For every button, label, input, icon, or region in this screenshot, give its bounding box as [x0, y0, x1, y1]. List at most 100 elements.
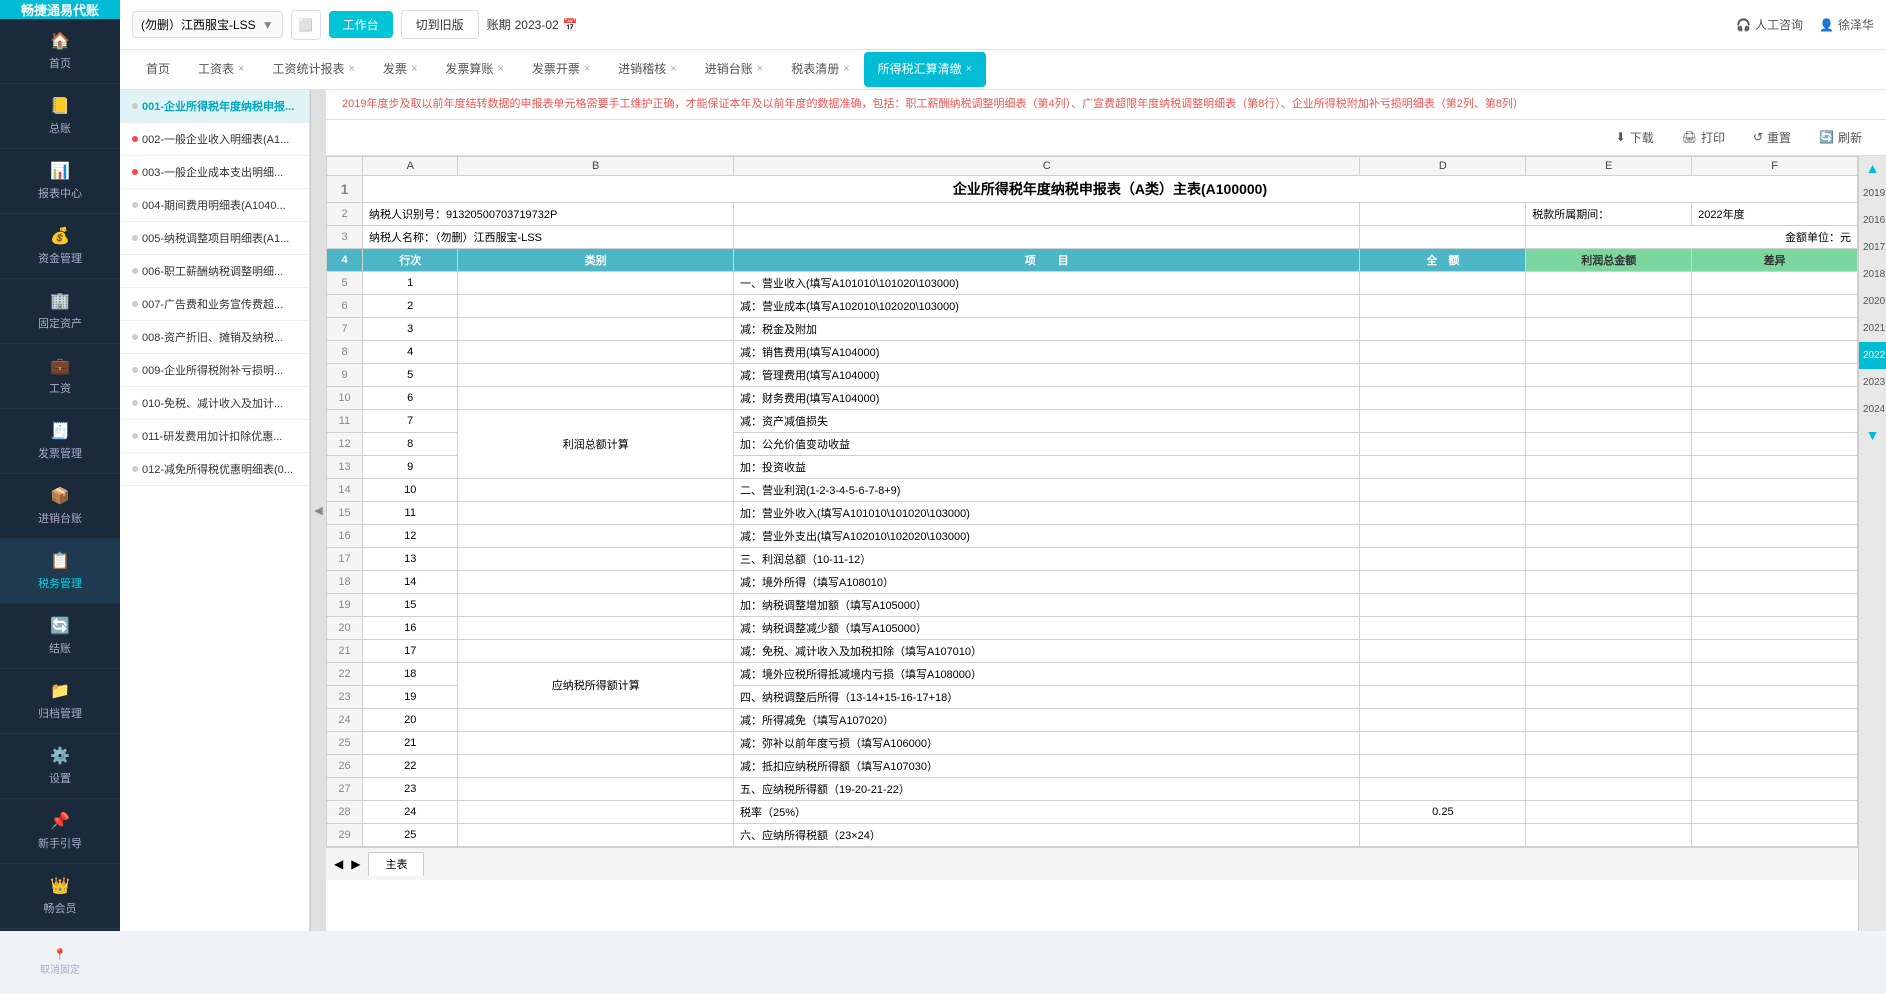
sidebar-item-purchase[interactable]: 📦 进销台账	[0, 474, 120, 539]
tab-purchase-ledger[interactable]: 进销稽核 ×	[604, 52, 690, 87]
main-panel: 2019年度步及取以前年度结转数据的申报表单元格需要手工维护正确，才能保证本年及…	[326, 90, 1886, 931]
sheet-tab-main[interactable]: 主表	[368, 852, 424, 876]
tab-salary[interactable]: 工资表 ×	[184, 52, 258, 87]
tab-tax-clear-close[interactable]: ×	[843, 63, 849, 75]
collapse-panel-button[interactable]: ◀	[310, 90, 326, 931]
sidebar-item-member[interactable]: 👑 畅会员	[0, 864, 120, 929]
table-row: 5 1 一、营业收入(填写A101010\101020\103000)	[327, 271, 1858, 294]
tab-salary-stats-close[interactable]: ×	[348, 63, 354, 75]
left-panel-item-001[interactable]: 001-企业所得税年度纳税申报...	[120, 90, 309, 123]
print-icon: 🖨	[1682, 130, 1697, 144]
sidebar-label-settlement: 结账	[49, 640, 71, 656]
year-item-2024[interactable]: 2024	[1859, 396, 1886, 423]
salary-icon: 💼	[50, 356, 70, 376]
sidebar-label-member: 畅会员	[44, 900, 77, 916]
ai-consult[interactable]: 🎧 人工咨询	[1736, 16, 1803, 33]
spreadsheet[interactable]: A B C D E F	[326, 156, 1858, 932]
calendar-icon[interactable]: 📅	[563, 18, 578, 32]
year-down-arrow[interactable]: ▼	[1862, 423, 1884, 447]
tab-invoice-open[interactable]: 发票开票 ×	[518, 52, 604, 87]
company-label-cell: 纳税人名称：（勿删）江西服宝-LSS	[363, 225, 734, 248]
left-panel-item-010[interactable]: 010-免税、减计收入及加计...	[120, 387, 309, 420]
sidebar-item-salary[interactable]: 💼 工资	[0, 344, 120, 409]
year-item-2023[interactable]: 2023	[1859, 369, 1886, 396]
left-panel-item-007[interactable]: 007-广告费和业务宣传费超...	[120, 288, 309, 321]
sidebar-item-ledger[interactable]: 📒 总账	[0, 84, 120, 149]
next-sheet-button[interactable]: ▶	[351, 857, 360, 871]
warning-bar: 2019年度步及取以前年度结转数据的申报表单元格需要手工维护正确，才能保证本年及…	[326, 90, 1886, 120]
header-profit: 利润总金额	[1526, 248, 1692, 271]
tab-purchase-account-close[interactable]: ×	[757, 63, 763, 75]
header-amount: 全 额	[1360, 248, 1526, 271]
prev-sheet-button[interactable]: ◀	[334, 857, 343, 871]
left-panel-item-008[interactable]: 008-资产折旧、摊销及纳税...	[120, 321, 309, 354]
tab-invoice-close[interactable]: ×	[411, 63, 417, 75]
year-item-2019[interactable]: 2019	[1859, 180, 1886, 207]
sidebar-label-home: 首页	[49, 55, 71, 71]
print-button[interactable]: 🖨 打印	[1674, 126, 1733, 149]
left-panel-item-011[interactable]: 011-研发费用加计扣除优惠...	[120, 420, 309, 453]
tab-invoice-calc-label: 发票算账	[445, 60, 493, 77]
left-panel-item-003[interactable]: 003-一般企业成本支出明细...	[120, 156, 309, 189]
tab-tax-calc-close[interactable]: ×	[966, 63, 972, 75]
company-selector[interactable]: (勿删）江西服宝-LSS ▼	[132, 11, 283, 38]
tax-icon: 📋	[50, 551, 70, 571]
year-item-2016[interactable]: 2016	[1859, 207, 1886, 234]
year-item-2018[interactable]: 2018	[1859, 261, 1886, 288]
year-up-arrow[interactable]: ▲	[1862, 156, 1884, 180]
sidebar-item-capital[interactable]: 💰 资金管理	[0, 214, 120, 279]
tab-invoice-calc[interactable]: 发票算账 ×	[431, 52, 517, 87]
sidebar-label-capital: 资金管理	[38, 250, 82, 266]
left-panel-label-007: 007-广告费和业务宣传费超...	[142, 296, 283, 312]
left-panel-item-012[interactable]: 012-减免所得税优惠明细表(0...	[120, 453, 309, 486]
tab-tax-calc-label: 所得税汇算清缴	[878, 60, 962, 77]
sidebar-item-home[interactable]: 🏠 首页	[0, 19, 120, 84]
sidebar-item-tax[interactable]: 📋 税务管理	[0, 539, 120, 604]
tab-tax-clear[interactable]: 税表清册 ×	[777, 52, 863, 87]
sidebar-pin-toggle[interactable]: 📍 取消固定	[0, 940, 120, 984]
left-panel-item-005[interactable]: 005-纳税调整项目明细表(A1...	[120, 222, 309, 255]
sidebar-item-invoice[interactable]: 🧾 发票管理	[0, 409, 120, 474]
tab-purchase-account[interactable]: 进销台账 ×	[691, 52, 777, 87]
chevron-down-icon: ▼	[262, 18, 274, 32]
tab-invoice[interactable]: 发票 ×	[369, 52, 431, 87]
sidebar-label-report: 报表中心	[38, 185, 82, 201]
workstation-button[interactable]: 工作台	[329, 11, 393, 38]
table-row-header: 4 行次 类别 项 目 全 额 利润总金额 差异	[327, 248, 1858, 271]
year-item-2022[interactable]: 2022	[1859, 342, 1886, 369]
guide-icon: 📌	[50, 811, 70, 831]
tab-purchase-ledger-close[interactable]: ×	[670, 63, 676, 75]
left-panel-item-002[interactable]: 002-一般企业收入明细表(A1...	[120, 123, 309, 156]
year-item-2017[interactable]: 2017	[1859, 234, 1886, 261]
invoice-icon: 🧾	[50, 421, 70, 441]
user-profile[interactable]: 👤 徐泽华	[1819, 16, 1874, 33]
sheet-toolbar: ⬇ 下载 🖨 打印 ↺ 重置 🔄 刷新	[326, 120, 1886, 156]
sidebar-item-guide[interactable]: 📌 新手引导	[0, 799, 120, 864]
tab-salary-stats[interactable]: 工资统计报表 ×	[258, 52, 368, 87]
table-row: 20 16 减：纳税调整减少额（填写A105000）	[327, 616, 1858, 639]
tab-home[interactable]: 首页	[132, 52, 184, 87]
switch-version-button[interactable]: 切到旧版	[401, 10, 479, 39]
sidebar-item-settlement[interactable]: 🔄 结账	[0, 604, 120, 669]
left-panel-item-004[interactable]: 004-期间费用明细表(A1040...	[120, 189, 309, 222]
sidebar-item-archive[interactable]: 📁 归档管理	[0, 669, 120, 734]
tab-salary-close[interactable]: ×	[238, 63, 244, 75]
download-button[interactable]: ⬇ 下载	[1608, 126, 1662, 149]
refresh-button[interactable]: 🔄 刷新	[1811, 126, 1870, 149]
year-item-2020[interactable]: 2020	[1859, 288, 1886, 315]
tab-tax-calc[interactable]: 所得税汇算清缴 ×	[864, 52, 986, 87]
sidebar-item-report[interactable]: 📊 报表中心	[0, 149, 120, 214]
reset-button[interactable]: ↺ 重置	[1745, 126, 1799, 149]
year-item-2021[interactable]: 2021	[1859, 315, 1886, 342]
left-panel-label-010: 010-免税、减计收入及加计...	[142, 395, 283, 411]
sidebar-item-settings[interactable]: ⚙️ 设置	[0, 734, 120, 799]
copy-button[interactable]: ⬜	[291, 10, 321, 40]
tab-purchase-ledger-label: 进销稽核	[618, 60, 666, 77]
tab-invoice-calc-close[interactable]: ×	[497, 63, 503, 75]
sidebar-item-assets[interactable]: 🏢 固定资产	[0, 279, 120, 344]
left-panel-item-006[interactable]: 006-职工薪酬纳税调整明细...	[120, 255, 309, 288]
tab-invoice-open-close[interactable]: ×	[584, 63, 590, 75]
left-panel: 001-企业所得税年度纳税申报... 002-一般企业收入明细表(A1... 0…	[120, 90, 310, 931]
left-panel-item-009[interactable]: 009-企业所得税附补亏损明...	[120, 354, 309, 387]
row-num-4: 4	[327, 248, 363, 271]
